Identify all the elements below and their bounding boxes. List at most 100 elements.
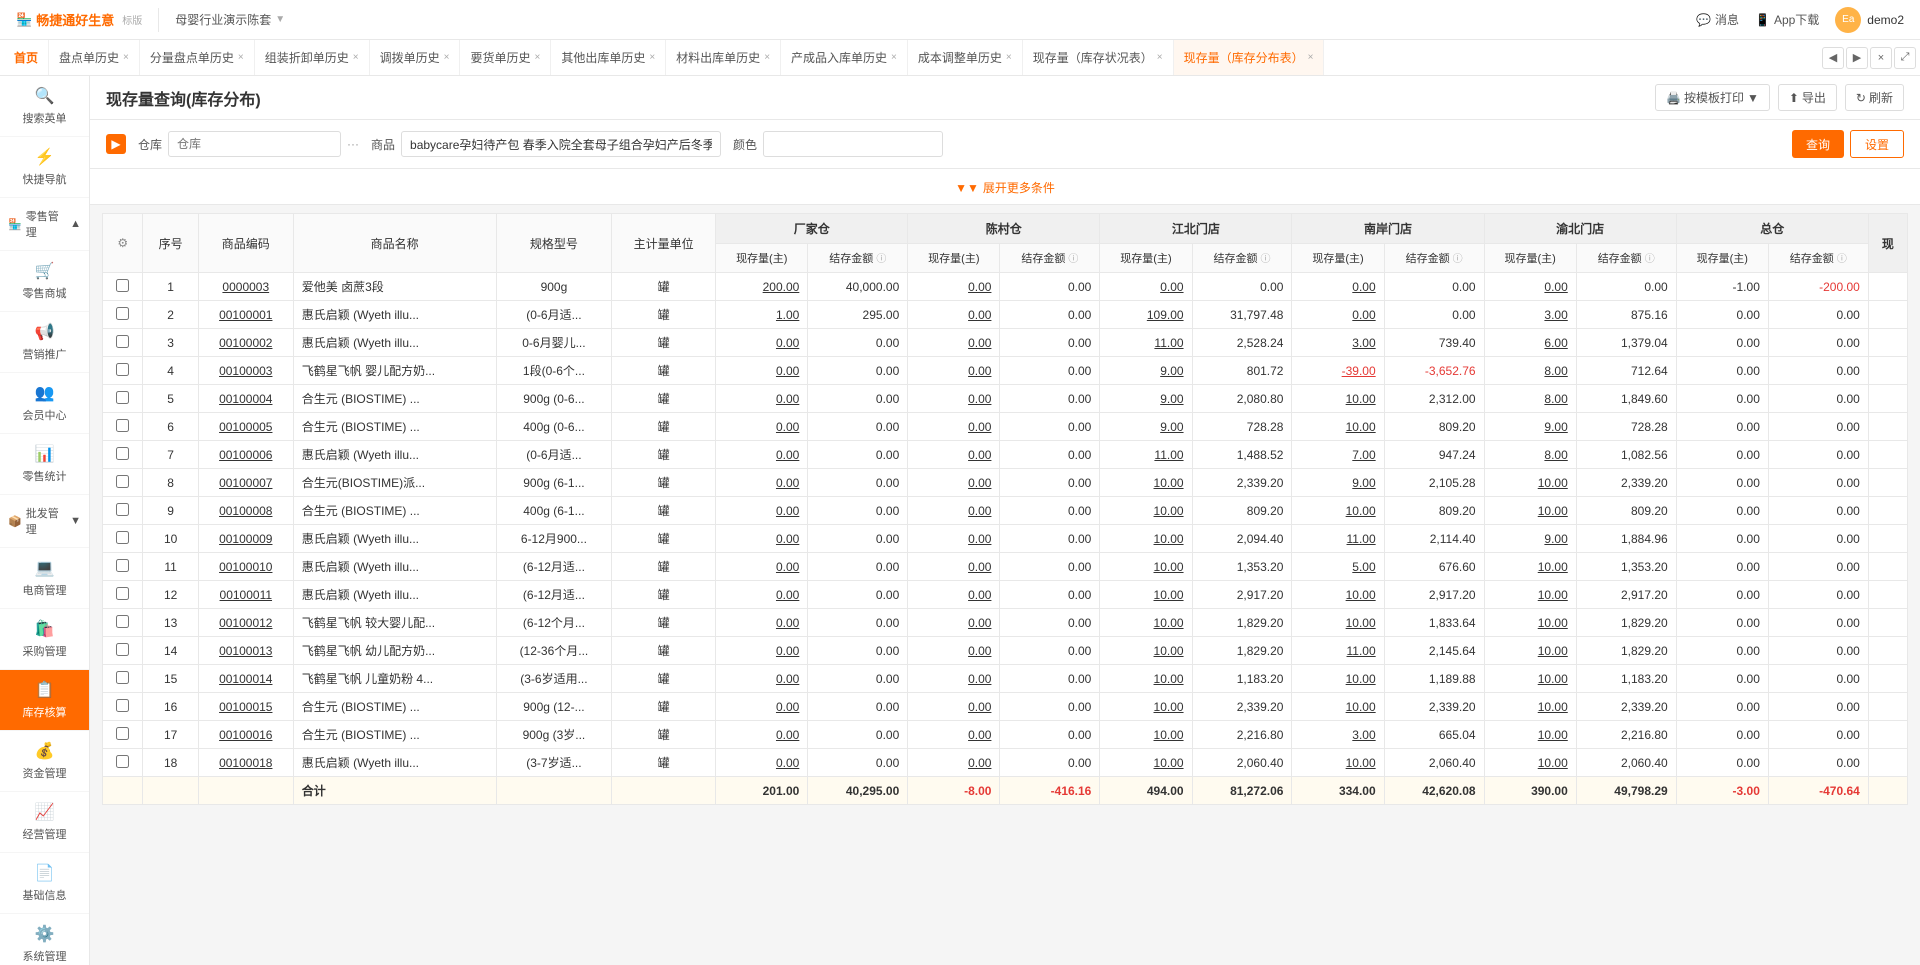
row-cc-qty[interactable]: 0.00	[908, 749, 1000, 777]
message-btn[interactable]: 💬 消息	[1696, 11, 1739, 28]
row-na-qty[interactable]: 3.00	[1292, 329, 1384, 357]
row-check[interactable]	[103, 273, 143, 301]
row-check[interactable]	[103, 301, 143, 329]
row-code[interactable]: 00100007	[198, 469, 293, 497]
row-jb-qty[interactable]: 10.00	[1100, 525, 1192, 553]
row-check[interactable]	[103, 637, 143, 665]
row-checkbox[interactable]	[116, 615, 129, 628]
row-yb-qty[interactable]: 10.00	[1484, 721, 1576, 749]
row-check[interactable]	[103, 385, 143, 413]
row-jb-qty[interactable]: 10.00	[1100, 721, 1192, 749]
row-fj-qty[interactable]: 0.00	[716, 665, 808, 693]
row-code[interactable]: 00100015	[198, 693, 293, 721]
row-fj-qty[interactable]: 0.00	[716, 441, 808, 469]
row-code[interactable]: 00100005	[198, 413, 293, 441]
row-checkbox[interactable]	[116, 475, 129, 488]
row-fj-qty[interactable]: 0.00	[716, 721, 808, 749]
sidebar-item-purchase[interactable]: 🛍️ 采购管理	[0, 609, 89, 670]
tab-stock-dist[interactable]: 现存量（库存分布表） ×	[1174, 40, 1325, 76]
yb-info-icon[interactable]: ⓘ	[1645, 254, 1655, 265]
row-code[interactable]: 00100018	[198, 749, 293, 777]
row-yb-qty[interactable]: 9.00	[1484, 525, 1576, 553]
row-jb-qty[interactable]: 0.00	[1100, 273, 1192, 301]
row-yb-qty[interactable]: 10.00	[1484, 665, 1576, 693]
row-na-qty[interactable]: 10.00	[1292, 497, 1384, 525]
row-na-qty[interactable]: 9.00	[1292, 469, 1384, 497]
row-na-qty[interactable]: 11.00	[1292, 525, 1384, 553]
close-tab-cost-adjust[interactable]: ×	[1006, 52, 1012, 63]
row-fj-qty[interactable]: 0.00	[716, 637, 808, 665]
row-check[interactable]	[103, 525, 143, 553]
search-button[interactable]: 查询	[1792, 130, 1844, 158]
close-tab-other-out[interactable]: ×	[649, 52, 655, 63]
row-checkbox[interactable]	[116, 503, 129, 516]
row-check[interactable]	[103, 553, 143, 581]
tab-fenpanding[interactable]: 分量盘点单历史 ×	[140, 40, 255, 76]
row-fj-qty[interactable]: 0.00	[716, 553, 808, 581]
row-jb-qty[interactable]: 10.00	[1100, 693, 1192, 721]
row-jb-qty[interactable]: 10.00	[1100, 637, 1192, 665]
row-fj-qty[interactable]: 0.00	[716, 749, 808, 777]
row-fj-qty[interactable]: 200.00	[716, 273, 808, 301]
row-jb-qty[interactable]: 10.00	[1100, 553, 1192, 581]
row-jb-qty[interactable]: 109.00	[1100, 301, 1192, 329]
row-checkbox[interactable]	[116, 587, 129, 600]
nav-close-btn[interactable]: ×	[1870, 47, 1892, 69]
row-fj-qty[interactable]: 0.00	[716, 413, 808, 441]
row-cc-qty[interactable]: 0.00	[908, 357, 1000, 385]
row-fj-qty[interactable]: 0.00	[716, 357, 808, 385]
row-yb-qty[interactable]: 10.00	[1484, 637, 1576, 665]
row-checkbox[interactable]	[116, 335, 129, 348]
tab-assembly[interactable]: 组装折卸单历史 ×	[255, 40, 370, 76]
row-jb-qty[interactable]: 9.00	[1100, 385, 1192, 413]
user-menu[interactable]: Ea demo2	[1835, 7, 1904, 33]
row-check[interactable]	[103, 357, 143, 385]
row-checkbox[interactable]	[116, 279, 129, 292]
fj-info-icon[interactable]: ⓘ	[876, 254, 886, 265]
row-code[interactable]: 00100001	[198, 301, 293, 329]
row-code[interactable]: 00100002	[198, 329, 293, 357]
warehouse-input[interactable]	[168, 131, 341, 157]
row-cc-qty[interactable]: 0.00	[908, 525, 1000, 553]
row-cc-qty[interactable]: 0.00	[908, 497, 1000, 525]
nav-right-btn[interactable]: ▶	[1846, 47, 1868, 69]
row-yb-qty[interactable]: 10.00	[1484, 497, 1576, 525]
row-cc-qty[interactable]: 0.00	[908, 301, 1000, 329]
th-gear[interactable]: ⚙	[103, 214, 143, 273]
expand-more-btn[interactable]: ▼▼ 展开更多条件	[955, 179, 1055, 196]
row-code[interactable]: 00100014	[198, 665, 293, 693]
sidebar-item-operations[interactable]: 📈 经营管理	[0, 792, 89, 853]
row-yb-qty[interactable]: 8.00	[1484, 385, 1576, 413]
row-check[interactable]	[103, 441, 143, 469]
row-code[interactable]: 0000003	[198, 273, 293, 301]
row-jb-qty[interactable]: 10.00	[1100, 497, 1192, 525]
close-tab-transfer[interactable]: ×	[444, 52, 450, 63]
row-na-qty[interactable]: 10.00	[1292, 413, 1384, 441]
row-yb-qty[interactable]: 9.00	[1484, 413, 1576, 441]
row-code[interactable]: 00100004	[198, 385, 293, 413]
close-tab-purchase[interactable]: ×	[534, 52, 540, 63]
row-fj-qty[interactable]: 0.00	[716, 693, 808, 721]
row-code[interactable]: 00100003	[198, 357, 293, 385]
row-cc-qty[interactable]: 0.00	[908, 637, 1000, 665]
sidebar-item-wholesale[interactable]: 📦 批发管理 ▼	[0, 495, 89, 548]
tab-purchase[interactable]: 要货单历史 ×	[460, 40, 551, 76]
row-check[interactable]	[103, 497, 143, 525]
row-checkbox[interactable]	[116, 391, 129, 404]
row-fj-qty[interactable]: 0.00	[716, 525, 808, 553]
nav-left-btn[interactable]: ◀	[1822, 47, 1844, 69]
row-cc-qty[interactable]: 0.00	[908, 721, 1000, 749]
row-yb-qty[interactable]: 3.00	[1484, 301, 1576, 329]
row-checkbox[interactable]	[116, 559, 129, 572]
row-yb-qty[interactable]: 6.00	[1484, 329, 1576, 357]
row-cc-qty[interactable]: 0.00	[908, 273, 1000, 301]
sidebar-item-member[interactable]: 👥 会员中心	[0, 373, 89, 434]
row-na-qty[interactable]: 3.00	[1292, 721, 1384, 749]
row-check[interactable]	[103, 413, 143, 441]
row-na-qty[interactable]: 10.00	[1292, 749, 1384, 777]
row-jb-qty[interactable]: 9.00	[1100, 413, 1192, 441]
row-cc-qty[interactable]: 0.00	[908, 413, 1000, 441]
row-yb-qty[interactable]: 10.00	[1484, 693, 1576, 721]
row-checkbox[interactable]	[116, 363, 129, 376]
row-na-qty[interactable]: 10.00	[1292, 693, 1384, 721]
